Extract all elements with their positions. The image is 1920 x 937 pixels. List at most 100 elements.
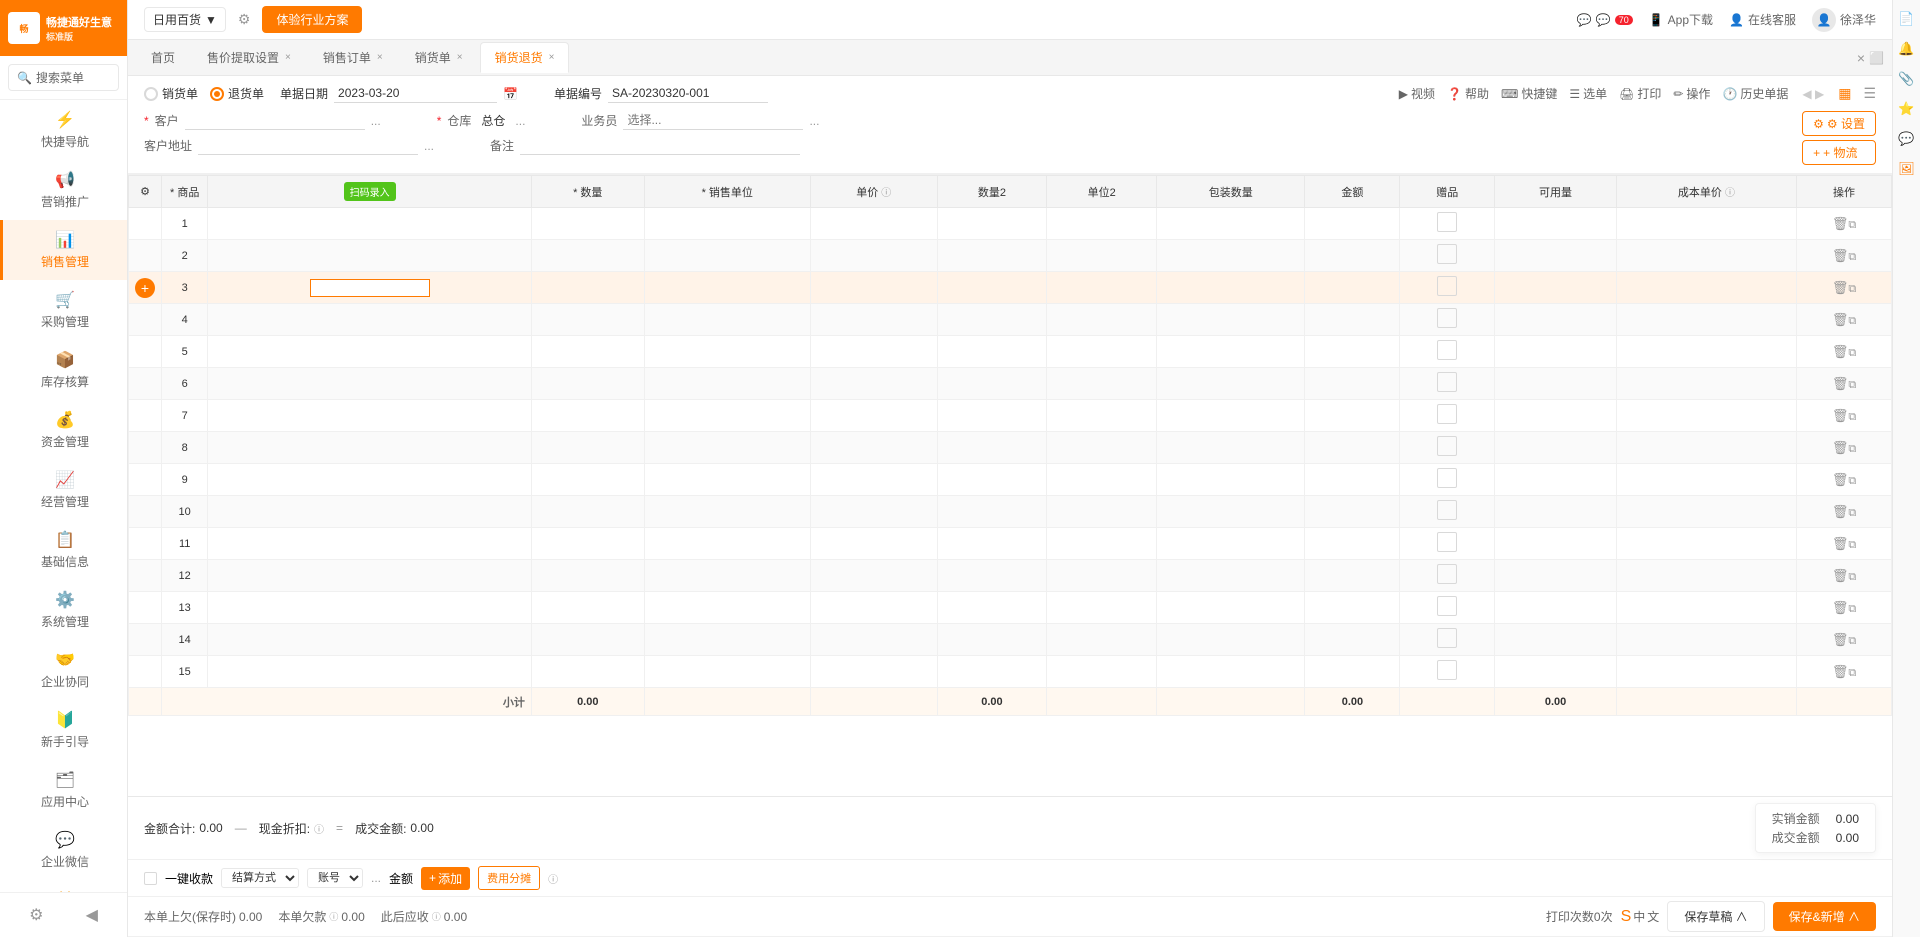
delete-row-btn[interactable]: 🗑 <box>1832 568 1849 584</box>
sidebar-settings-btn[interactable]: ⚙ <box>25 901 47 929</box>
customer-input[interactable] <box>185 111 365 130</box>
industry-select[interactable]: 日用百货 ▼ <box>144 7 226 32</box>
amount-cell[interactable] <box>1305 368 1400 400</box>
product-cell[interactable] <box>208 208 532 240</box>
gift-checkbox[interactable] <box>1437 660 1457 680</box>
tab-sales-order-close[interactable]: × <box>377 52 383 63</box>
available-cell[interactable] <box>1495 400 1617 432</box>
radio-sale[interactable]: 销货单 <box>144 85 198 102</box>
qty2-cell[interactable] <box>937 528 1047 560</box>
cost-price-cell[interactable] <box>1616 272 1796 304</box>
unit-price-cell[interactable] <box>810 272 937 304</box>
unit2-cell[interactable] <box>1047 656 1157 688</box>
copy-row-btn[interactable]: ⧉ <box>1848 379 1856 392</box>
sidebar-item-sales[interactable]: 📊 销售管理 <box>0 220 127 280</box>
topbar-gear-icon[interactable]: ⚙ <box>234 7 255 32</box>
address-input[interactable] <box>198 136 418 155</box>
search-menu-button[interactable]: 🔍 搜索菜单 <box>8 64 119 91</box>
form-settings-btn[interactable]: ⚙ ⚙ 设置 <box>1802 111 1876 136</box>
pack-qty-cell[interactable] <box>1157 400 1305 432</box>
gift-cell[interactable] <box>1400 400 1495 432</box>
calc-method-select[interactable]: 结算方式 <box>221 868 299 888</box>
product-cell[interactable] <box>208 624 532 656</box>
save-draft-btn[interactable]: 保存草稿 ∧ <box>1667 901 1764 932</box>
shortcut-btn[interactable]: ⌨ 快捷键 <box>1501 85 1557 102</box>
sale-unit-cell[interactable] <box>644 528 810 560</box>
amount-cell[interactable] <box>1305 336 1400 368</box>
sale-unit-cell[interactable] <box>644 592 810 624</box>
save-new-btn[interactable]: 保存&新增 ∧ <box>1773 902 1876 931</box>
select-order-btn[interactable]: ☰ 选单 <box>1569 85 1607 102</box>
unit-price-cell[interactable] <box>810 336 937 368</box>
gift-checkbox[interactable] <box>1437 628 1457 648</box>
salesman-dots[interactable]: ... <box>809 114 819 128</box>
unit2-cell[interactable] <box>1047 208 1157 240</box>
amount-cell[interactable] <box>1305 528 1400 560</box>
qty-cell[interactable] <box>531 208 644 240</box>
gift-cell[interactable] <box>1400 464 1495 496</box>
gift-cell[interactable] <box>1400 656 1495 688</box>
warehouse-dots[interactable]: ... <box>515 114 525 128</box>
copy-row-btn[interactable]: ⧉ <box>1848 251 1856 264</box>
gift-cell[interactable] <box>1400 496 1495 528</box>
cost-price-cell[interactable] <box>1616 496 1796 528</box>
qty-cell[interactable] <box>531 464 644 496</box>
cost-price-cell[interactable] <box>1616 336 1796 368</box>
unit2-cell[interactable] <box>1047 336 1157 368</box>
app-download-group[interactable]: 📱 App下载 <box>1649 11 1713 28</box>
unit-price-cell[interactable] <box>810 496 937 528</box>
rp-attach-btn[interactable]: 📎 <box>1896 68 1918 90</box>
print-btn[interactable]: 🖨 打印 <box>1619 85 1661 102</box>
copy-row-btn[interactable]: ⧉ <box>1848 635 1856 648</box>
unit2-cell[interactable] <box>1047 560 1157 592</box>
sale-unit-cell[interactable] <box>644 336 810 368</box>
sale-unit-cell[interactable] <box>644 400 810 432</box>
qty-cell[interactable] <box>531 656 644 688</box>
available-cell[interactable] <box>1495 304 1617 336</box>
gift-cell[interactable] <box>1400 208 1495 240</box>
message-group[interactable]: 💬 💬 70 <box>1577 13 1633 27</box>
sale-unit-cell[interactable] <box>644 656 810 688</box>
amount-cell[interactable] <box>1305 432 1400 464</box>
unit2-cell[interactable] <box>1047 464 1157 496</box>
gift-cell[interactable] <box>1400 272 1495 304</box>
calendar-icon[interactable]: 📅 <box>503 87 518 101</box>
salesman-input[interactable] <box>623 111 803 130</box>
gift-cell[interactable] <box>1400 528 1495 560</box>
copy-row-btn[interactable]: ⧉ <box>1848 571 1856 584</box>
rp-star-btn[interactable]: ⭐ <box>1896 98 1918 120</box>
qty-cell[interactable] <box>531 336 644 368</box>
add-payment-btn[interactable]: + 添加 <box>421 867 470 890</box>
sidebar-item-operations[interactable]: 📈 经营管理 <box>0 460 127 520</box>
unit-price-cell[interactable] <box>810 400 937 432</box>
qty2-cell[interactable] <box>937 272 1047 304</box>
unit-price-cell[interactable] <box>810 240 937 272</box>
unit2-cell[interactable] <box>1047 272 1157 304</box>
view-list-btn[interactable]: ☰ <box>1863 85 1876 102</box>
available-cell[interactable] <box>1495 240 1617 272</box>
sidebar-collapse-btn[interactable]: ◀ <box>82 901 102 929</box>
copy-row-btn[interactable]: ⧉ <box>1848 539 1856 552</box>
address-dots[interactable]: ... <box>424 139 434 153</box>
rp-image-btn[interactable]: 🖼 <box>1896 158 1918 180</box>
gift-checkbox[interactable] <box>1437 564 1457 584</box>
cost-price-cell[interactable] <box>1616 656 1796 688</box>
unit2-cell[interactable] <box>1047 592 1157 624</box>
cost-price-cell[interactable] <box>1616 592 1796 624</box>
copy-row-btn[interactable]: ⧉ <box>1848 283 1856 296</box>
pack-qty-cell[interactable] <box>1157 368 1305 400</box>
pack-qty-cell[interactable] <box>1157 432 1305 464</box>
qty-cell[interactable] <box>531 560 644 592</box>
gift-cell[interactable] <box>1400 592 1495 624</box>
gift-checkbox[interactable] <box>1437 308 1457 328</box>
operate-btn[interactable]: ✏ 操作 <box>1673 85 1710 102</box>
amount-cell[interactable] <box>1305 464 1400 496</box>
amount-cell[interactable] <box>1305 624 1400 656</box>
unit-price-cell[interactable] <box>810 368 937 400</box>
pack-qty-cell[interactable] <box>1157 304 1305 336</box>
qty2-cell[interactable] <box>937 560 1047 592</box>
unit2-cell[interactable] <box>1047 432 1157 464</box>
unit2-cell[interactable] <box>1047 400 1157 432</box>
cost-price-cell[interactable] <box>1616 432 1796 464</box>
unit2-cell[interactable] <box>1047 240 1157 272</box>
